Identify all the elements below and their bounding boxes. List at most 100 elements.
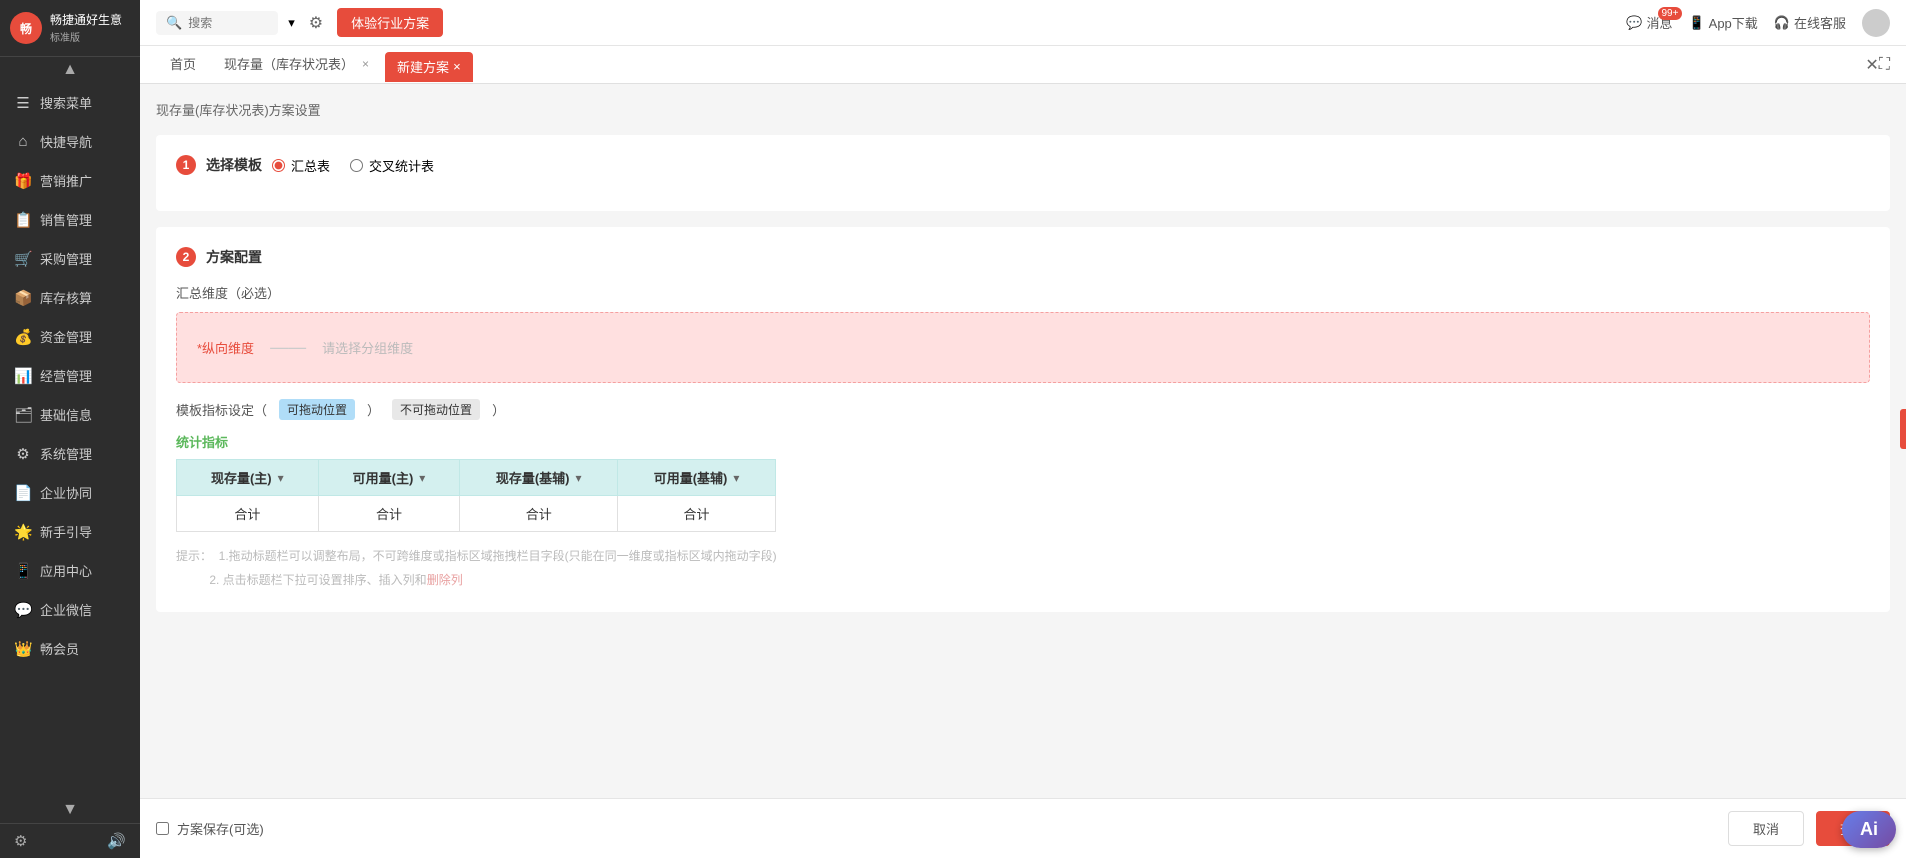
purchase-icon: 🛒 [14,250,32,268]
step1-label: 选择模板 [206,155,262,175]
radio-summary-input[interactable] [272,159,285,172]
sidebar-item-label: 企业协同 [40,483,92,502]
tab-new-scheme[interactable]: 新建方案 × [385,52,473,82]
topbar-gear-button[interactable]: ⚙ [305,9,327,37]
col2-dropdown[interactable]: ▾ [419,471,425,485]
topbar: 🔍 ▾ ⚙ 体验行业方案 💬 消息 99+ 📱 App下载 🎧 在线客服 [140,0,1906,46]
col1-dropdown[interactable]: ▾ [278,471,284,485]
template-radio-group: 汇总表 交叉统计表 [272,156,434,175]
topbar-right: 💬 消息 99+ 📱 App下载 🎧 在线客服 [1626,9,1890,37]
sidebar-item-label: 搜索菜单 [40,93,92,112]
logo-text-group: 畅捷通好生意 标准版 [50,12,122,44]
stats-label: 统计指标 [176,432,1870,451]
app-download-button[interactable]: 📱 App下载 [1688,13,1757,32]
indicator-sep: ） [367,400,380,419]
message-badge: 99+ [1658,7,1683,20]
message-button[interactable]: 💬 消息 99+ [1626,13,1672,32]
search-menu-icon: ☰ [14,94,32,112]
tab-home[interactable]: 首页 [156,46,210,83]
headset-icon: 🎧 [1774,15,1790,31]
step2-card: 2 方案配置 汇总维度（必选） *纵向维度 —— 请选择分组维度 模板指标设定（… [156,227,1890,612]
trial-button[interactable]: 体验行业方案 [337,8,443,37]
online-service-button[interactable]: 🎧 在线客服 [1774,13,1846,32]
sidebar-item-label: 企业微信 [40,600,92,619]
tips-section: 提示： 1.拖动标题栏可以调整布局，不可跨维度或指标区域拖拽栏目字段(只能在同一… [176,544,1870,592]
sidebar-item-quick-nav[interactable]: ⌂ 快捷导航 [0,122,140,161]
sidebar-item-label: 基础信息 [40,405,92,424]
cancel-button[interactable]: 取消 [1728,811,1804,846]
sidebar-item-search-menu[interactable]: ☰ 搜索菜单 [0,83,140,122]
radio-summary[interactable]: 汇总表 [272,156,330,175]
operations-icon: 📊 [14,367,32,385]
sidebar: 畅 畅捷通好生意 标准版 ▲ ☰ 搜索菜单 ⌂ 快捷导航 🎁 营销推广 📋 销售… [0,0,140,858]
indicator-settings-label: 模板指标设定（ [176,400,267,419]
user-avatar[interactable] [1862,9,1890,37]
tab-home-label: 首页 [170,54,196,73]
quick-nav-icon: ⌂ [14,133,32,150]
ai-badge[interactable]: Ai [1842,811,1896,848]
sidebar-item-system[interactable]: ⚙ 系统管理 [0,434,140,473]
stats-table-row: 合计 合计 合计 合计 [177,496,776,532]
sidebar-bottom: ⚙ 🔊 [0,823,140,858]
newbie-icon: 🌟 [14,523,32,541]
sidebar-scroll-down[interactable]: ▼ [0,797,140,823]
sidebar-item-inventory[interactable]: 📦 库存核算 [0,278,140,317]
tabs-bar: 首页 现存量（库存状况表） × 新建方案 × ✕ ⛶ [140,46,1906,84]
draggable-badge: 可拖动位置 [279,399,355,420]
sidebar-item-label: 畅会员 [40,639,79,658]
tab-inventory-close[interactable]: × [360,57,371,71]
indicator-end: ） [492,400,505,419]
close-main-button[interactable]: ✕ [1865,55,1878,75]
app-center-icon: 📱 [14,562,32,580]
sidebar-item-enterprise-wechat[interactable]: 💬 企业微信 [0,590,140,629]
sales-icon: 📋 [14,211,32,229]
resize-handle[interactable] [1900,409,1906,449]
save-label: 方案保存(可选) [177,819,264,838]
sidebar-item-basic-info[interactable]: 🗂 基础信息 [0,395,140,434]
sidebar-item-member[interactable]: 👑 畅会员 [0,629,140,668]
save-option: 方案保存(可选) [156,819,264,838]
enterprise-icon: 📄 [14,484,32,502]
footer-bar: 方案保存(可选) 取消 查询 [140,798,1906,858]
sidebar-item-app-center[interactable]: 📱 应用中心 [0,551,140,590]
col2-label: 可用量(主) [353,468,414,487]
sidebar-item-finance[interactable]: 💰 资金管理 [0,317,140,356]
dimension-label: 汇总维度（必选） [176,283,1870,302]
sidebar-item-sales[interactable]: 📋 销售管理 [0,200,140,239]
sidebar-item-purchase[interactable]: 🛒 采购管理 [0,239,140,278]
tip-line2: 2. 点击标题栏下拉可设置排序、插入列和删除列 [176,568,1870,592]
sound-button[interactable]: 🔊 [107,832,126,850]
marketing-icon: 🎁 [14,172,32,190]
topbar-dropdown-icon: ▾ [288,15,295,31]
col2-value: 合计 [318,496,460,532]
phone-icon: 📱 [1688,15,1704,31]
col4-dropdown[interactable]: ▾ [733,471,739,485]
sidebar-item-label: 经营管理 [40,366,92,385]
sidebar-item-enterprise[interactable]: 📄 企业协同 [0,473,140,512]
save-checkbox[interactable] [156,822,169,835]
main-area: 🔍 ▾ ⚙ 体验行业方案 💬 消息 99+ 📱 App下载 🎧 在线客服 [140,0,1906,858]
search-input[interactable] [188,16,268,30]
sidebar-item-operations[interactable]: 📊 经营管理 [0,356,140,395]
col3-dropdown[interactable]: ▾ [576,471,582,485]
expand-button[interactable]: ⛶ [1879,56,1890,74]
enterprise-wechat-icon: 💬 [14,601,32,619]
sidebar-scroll-up[interactable]: ▲ [0,57,140,83]
sidebar-item-label: 新手引导 [40,522,92,541]
online-service-label: 在线客服 [1794,13,1846,32]
radio-cross-input[interactable] [350,159,363,172]
dimension-placeholder: 请选择分组维度 [322,338,413,357]
dimension-selector[interactable]: *纵向维度 —— 请选择分组维度 [176,312,1870,383]
tab-new-close[interactable]: × [453,59,461,74]
sidebar-item-newbie[interactable]: 🌟 新手引导 [0,512,140,551]
radio-cross[interactable]: 交叉统计表 [350,156,434,175]
sidebar-item-label: 快捷导航 [40,132,92,151]
step2-label: 方案配置 [206,247,262,267]
settings-button[interactable]: ⚙ [14,832,27,850]
sidebar-item-marketing[interactable]: 🎁 营销推广 [0,161,140,200]
finance-icon: 💰 [14,328,32,346]
tab-inventory-status[interactable]: 现存量（库存状况表） × [210,46,385,83]
sidebar-item-label: 采购管理 [40,249,92,268]
non-draggable-badge: 不可拖动位置 [392,399,480,420]
sidebar-nav: ☰ 搜索菜单 ⌂ 快捷导航 🎁 营销推广 📋 销售管理 🛒 采购管理 📦 库存核… [0,83,140,797]
